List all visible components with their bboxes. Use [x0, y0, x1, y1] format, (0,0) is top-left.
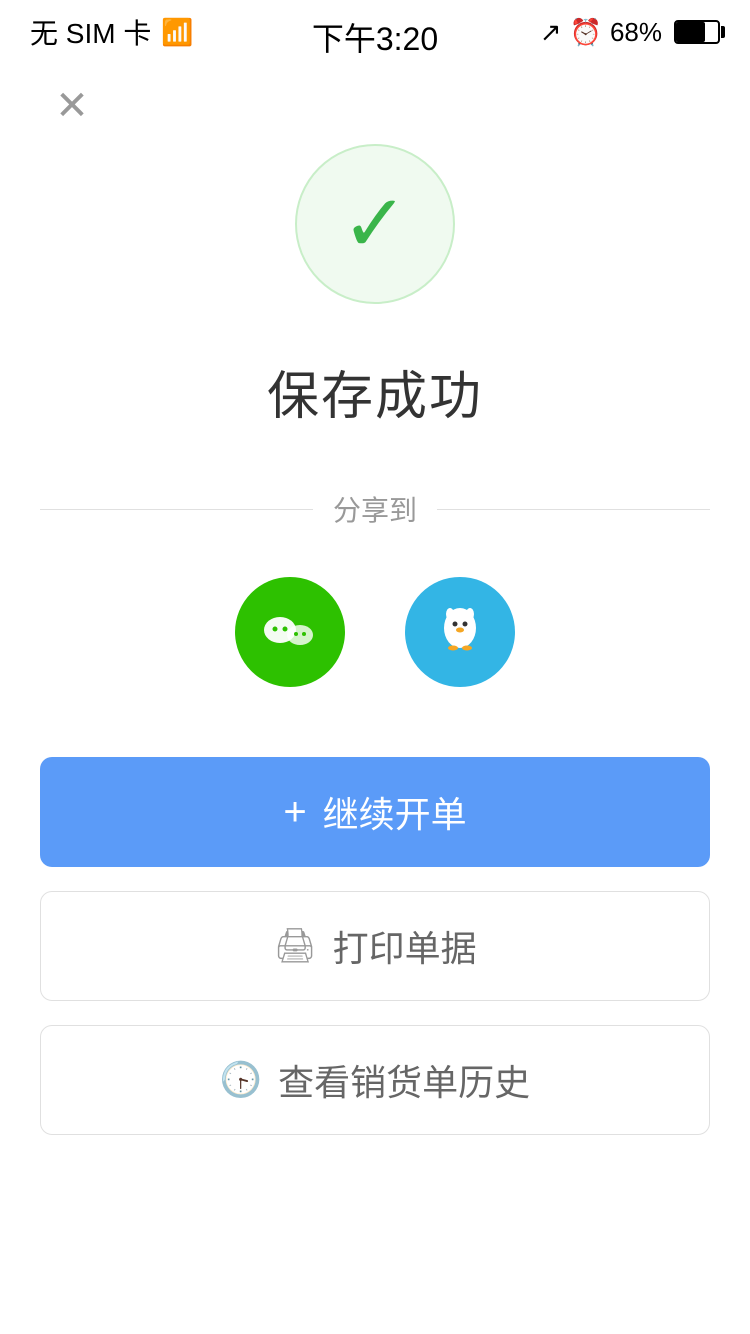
status-time: 下午3:20 [312, 14, 438, 60]
print-label: 打印单据 [333, 920, 477, 972]
share-section: 分享到 [0, 489, 750, 757]
print-button[interactable]: 🖨 打印单据 [40, 891, 710, 1001]
battery-icon [674, 20, 720, 44]
share-icons [40, 577, 710, 687]
continue-button[interactable]: + 继续开单 [40, 757, 710, 867]
wechat-svg-icon [258, 600, 322, 664]
wifi-icon: 📶 [161, 17, 193, 48]
plus-icon: + [283, 790, 306, 835]
print-icon: 🖨 [273, 926, 316, 966]
battery-text: 68% [610, 17, 662, 48]
alarm-icon: ⏰ [570, 17, 602, 48]
wechat-share-button[interactable] [235, 577, 345, 687]
history-label: 查看销货单历史 [278, 1054, 530, 1106]
no-sim-text: 无 SIM 卡 [30, 12, 151, 52]
close-button[interactable]: ✕ [44, 78, 100, 134]
close-icon: ✕ [55, 86, 89, 126]
share-label: 分享到 [333, 489, 417, 529]
share-divider: 分享到 [40, 489, 710, 529]
history-icon: 🕞 [220, 1060, 262, 1100]
success-title: 保存成功 [267, 354, 483, 429]
success-circle: ✓ [295, 144, 455, 304]
action-buttons: + 继续开单 🖨 打印单据 🕞 查看销货单历史 [0, 757, 750, 1135]
divider-line-left [40, 509, 313, 510]
history-button[interactable]: 🕞 查看销货单历史 [40, 1025, 710, 1135]
qq-share-button[interactable] [405, 577, 515, 687]
qq-svg-icon [430, 602, 490, 662]
divider-line-right [437, 509, 710, 510]
status-right: ↗ ⏰ 68% [540, 17, 720, 48]
status-left: 无 SIM 卡 📶 [30, 12, 194, 52]
main-content: ✓ 保存成功 分享到 [0, 64, 750, 1135]
status-bar: 无 SIM 卡 📶 下午3:20 ↗ ⏰ 68% [0, 0, 750, 64]
continue-label: 继续开单 [323, 786, 467, 838]
checkmark-icon: ✓ [341, 184, 408, 264]
location-icon: ↗ [540, 17, 562, 48]
